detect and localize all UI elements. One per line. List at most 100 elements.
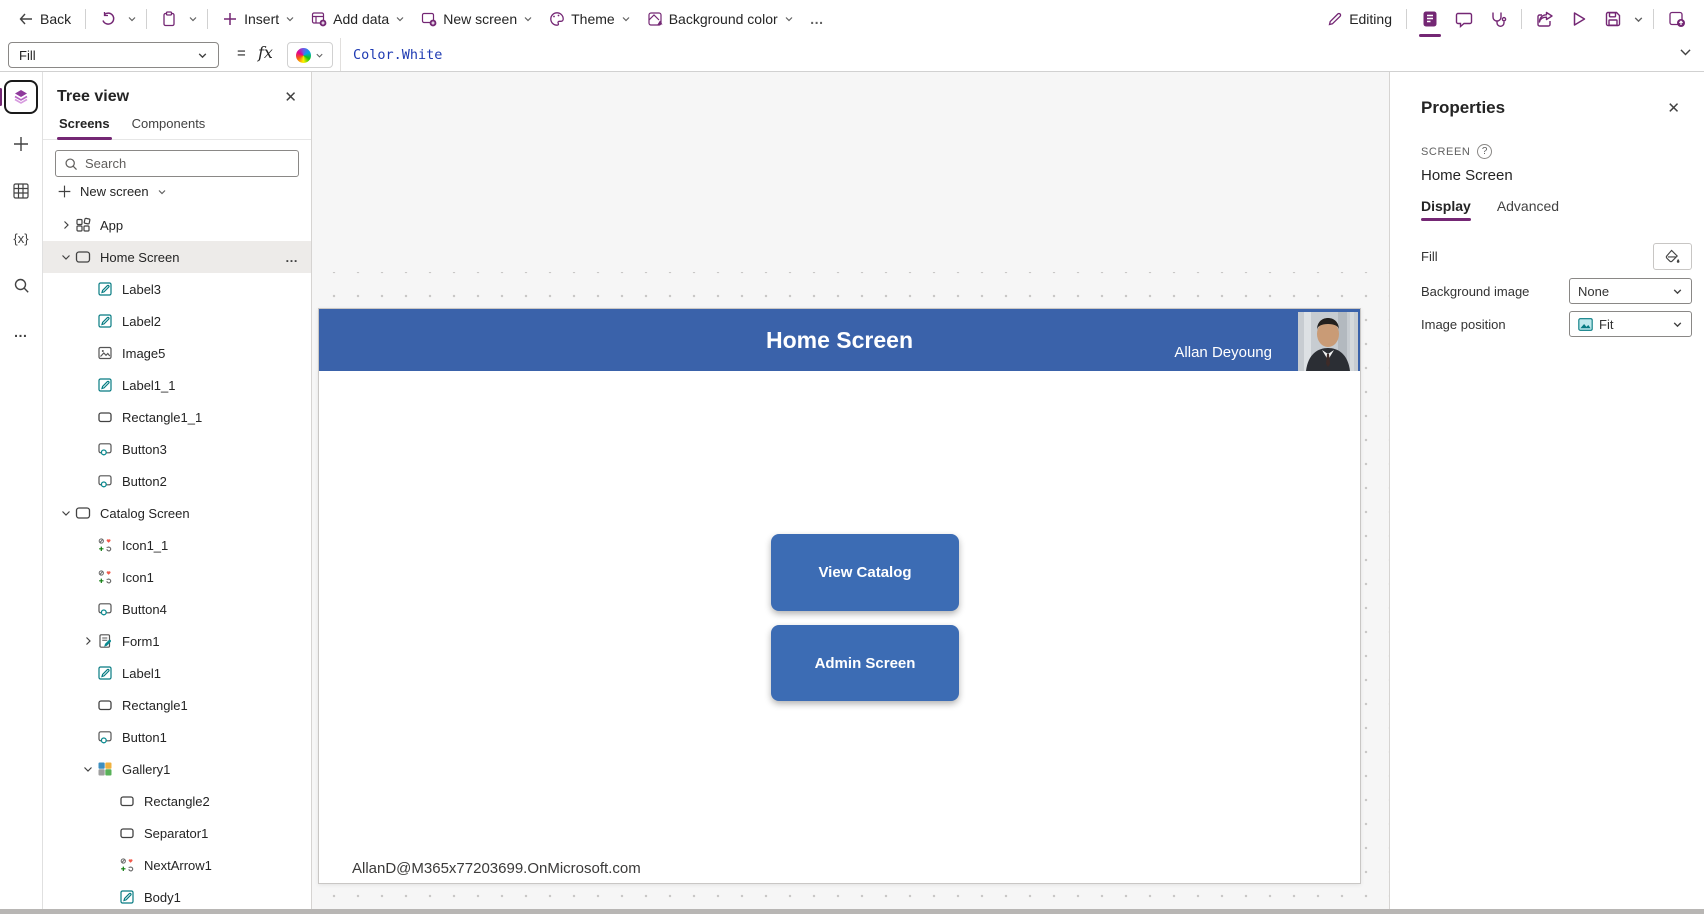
formula-bar-expand-chevron[interactable] (1679, 46, 1692, 64)
insert-button[interactable]: Insert (214, 4, 303, 34)
tree-item-more-button[interactable]: … (285, 250, 299, 265)
admin-screen-button[interactable]: Admin Screen (771, 625, 959, 701)
image-position-select[interactable]: Fit (1569, 311, 1692, 337)
comment-icon (1455, 12, 1473, 28)
fx-symbol: fx (258, 43, 273, 62)
tree-item-label: Rectangle1 (122, 697, 188, 713)
tree-item[interactable]: Rectangle1 (43, 689, 311, 721)
tree-item-list: App Home Screen … Label3 Label2 Image5 Label1_… (43, 209, 311, 913)
share-button[interactable] (1528, 4, 1562, 34)
background-color-button[interactable]: Background color (639, 4, 802, 34)
formula-input[interactable]: Color.White (340, 38, 1664, 71)
rail-more-button[interactable]: … (4, 315, 38, 349)
rail-insert-button[interactable] (4, 127, 38, 161)
tab-display[interactable]: Display (1421, 198, 1471, 221)
tree-item[interactable]: Catalog Screen (43, 497, 311, 529)
chevron-down-icon (128, 17, 136, 22)
tree-item[interactable]: Gallery1 (43, 753, 311, 785)
tab-components[interactable]: Components (130, 112, 208, 139)
preview-play-button[interactable] (1562, 4, 1596, 34)
new-screen-menu-button[interactable]: New screen (43, 177, 311, 205)
tree-item[interactable]: Icon1_1 (43, 529, 311, 561)
rail-tree-view-button[interactable] (0, 80, 38, 114)
save-menu-chevron[interactable] (1630, 4, 1647, 34)
tree-item[interactable]: Home Screen… (43, 241, 311, 273)
tree-expand-chevron-icon[interactable] (57, 251, 75, 263)
tree-item[interactable]: Separator1 (43, 817, 311, 849)
tree-item-label: Icon1_1 (122, 537, 169, 553)
new-screen-button[interactable]: New screen (413, 4, 541, 34)
back-button[interactable]: Back (10, 4, 79, 34)
tree-item[interactable]: Button2 (43, 465, 311, 497)
plus-icon (58, 185, 71, 198)
more-commands-button[interactable]: … (802, 4, 832, 34)
paste-button[interactable] (153, 4, 185, 34)
tree-item[interactable]: Label1 (43, 657, 311, 689)
tree-expand-chevron-icon[interactable] (57, 507, 75, 519)
editing-mode-button[interactable]: Editing (1319, 4, 1400, 34)
add-data-label: Add data (333, 11, 390, 27)
tree-item[interactable]: NextArrow1 (43, 849, 311, 881)
undo-button[interactable] (92, 4, 124, 34)
user-photo[interactable] (1298, 312, 1358, 371)
add-data-button[interactable]: Add data (303, 4, 413, 34)
app-header-rectangle[interactable]: Home Screen Allan Deyoung (319, 309, 1360, 371)
tree-item-label: Button2 (122, 473, 167, 489)
background-image-label: Background image (1421, 283, 1530, 299)
fill-property-row: Fill (1421, 242, 1692, 270)
theme-label: Theme (571, 11, 615, 27)
app-screen-artboard[interactable]: Home Screen Allan Deyoung View Catalog A… (318, 308, 1361, 884)
share-icon (1537, 11, 1553, 27)
rail-variables-button[interactable]: {x} (4, 221, 38, 255)
tree-expand-chevron-icon[interactable] (57, 219, 75, 231)
publish-button[interactable] (1660, 4, 1694, 34)
equals-sign: = (237, 45, 246, 62)
tree-item[interactable]: Button1 (43, 721, 311, 753)
copilot-button[interactable] (287, 42, 333, 68)
rail-search-button[interactable] (4, 268, 38, 302)
comments-button[interactable] (1447, 4, 1481, 34)
app-user-name-label[interactable]: Allan Deyoung (1174, 344, 1272, 361)
tree-item[interactable]: Label3 (43, 273, 311, 305)
property-selector-dropdown[interactable]: Fill (8, 42, 219, 68)
tree-search-box[interactable] (55, 150, 299, 177)
view-catalog-button[interactable]: View Catalog (771, 534, 959, 611)
user-email-label[interactable]: AllanD@M365x77203699.OnMicrosoft.com (352, 860, 641, 877)
undo-menu-chevron[interactable] (124, 4, 140, 34)
help-icon[interactable]: ? (1477, 144, 1493, 159)
tree-item[interactable]: Rectangle2 (43, 785, 311, 817)
tree-item[interactable]: Rectangle1_1 (43, 401, 311, 433)
tree-item[interactable]: Button3 (43, 433, 311, 465)
tree-item[interactable]: App (43, 209, 311, 241)
tree-view-close-icon[interactable]: ✕ (284, 90, 297, 105)
chevron-down-icon (1680, 49, 1691, 56)
app-authoring-panel-button[interactable] (1413, 4, 1447, 37)
tree-item[interactable]: Image5 (43, 337, 311, 369)
publish-icon (1669, 11, 1685, 27)
button-control-icon (97, 473, 113, 489)
design-canvas[interactable]: Home Screen Allan Deyoung View Catalog A… (312, 72, 1389, 914)
tree-expand-chevron-icon[interactable] (79, 763, 97, 775)
tree-expand-chevron-icon[interactable] (79, 635, 97, 647)
tree-item[interactable]: Form1 (43, 625, 311, 657)
selected-element-type: SCREEN (1421, 145, 1471, 158)
theme-button[interactable]: Theme (541, 4, 639, 34)
paste-menu-chevron[interactable] (185, 4, 201, 34)
tree-search-input[interactable] (85, 156, 275, 171)
tree-item[interactable]: Icon1 (43, 561, 311, 593)
fill-color-picker-button[interactable] (1653, 242, 1692, 270)
tree-item[interactable]: Button4 (43, 593, 311, 625)
background-image-select[interactable]: None (1569, 278, 1692, 304)
rail-data-button[interactable] (4, 174, 38, 208)
tree-item-label: Label1 (122, 665, 162, 681)
tree-item[interactable]: Label1_1 (43, 369, 311, 401)
tab-advanced[interactable]: Advanced (1497, 198, 1559, 221)
tree-item[interactable]: Label2 (43, 305, 311, 337)
tab-screens[interactable]: Screens (57, 112, 112, 140)
save-button[interactable] (1596, 4, 1630, 34)
authoring-panel-icon (1423, 11, 1437, 27)
back-arrow-icon (19, 13, 32, 25)
app-checker-button[interactable] (1481, 4, 1515, 34)
properties-close-icon[interactable]: ✕ (1667, 101, 1680, 116)
label-control-icon (97, 377, 113, 393)
